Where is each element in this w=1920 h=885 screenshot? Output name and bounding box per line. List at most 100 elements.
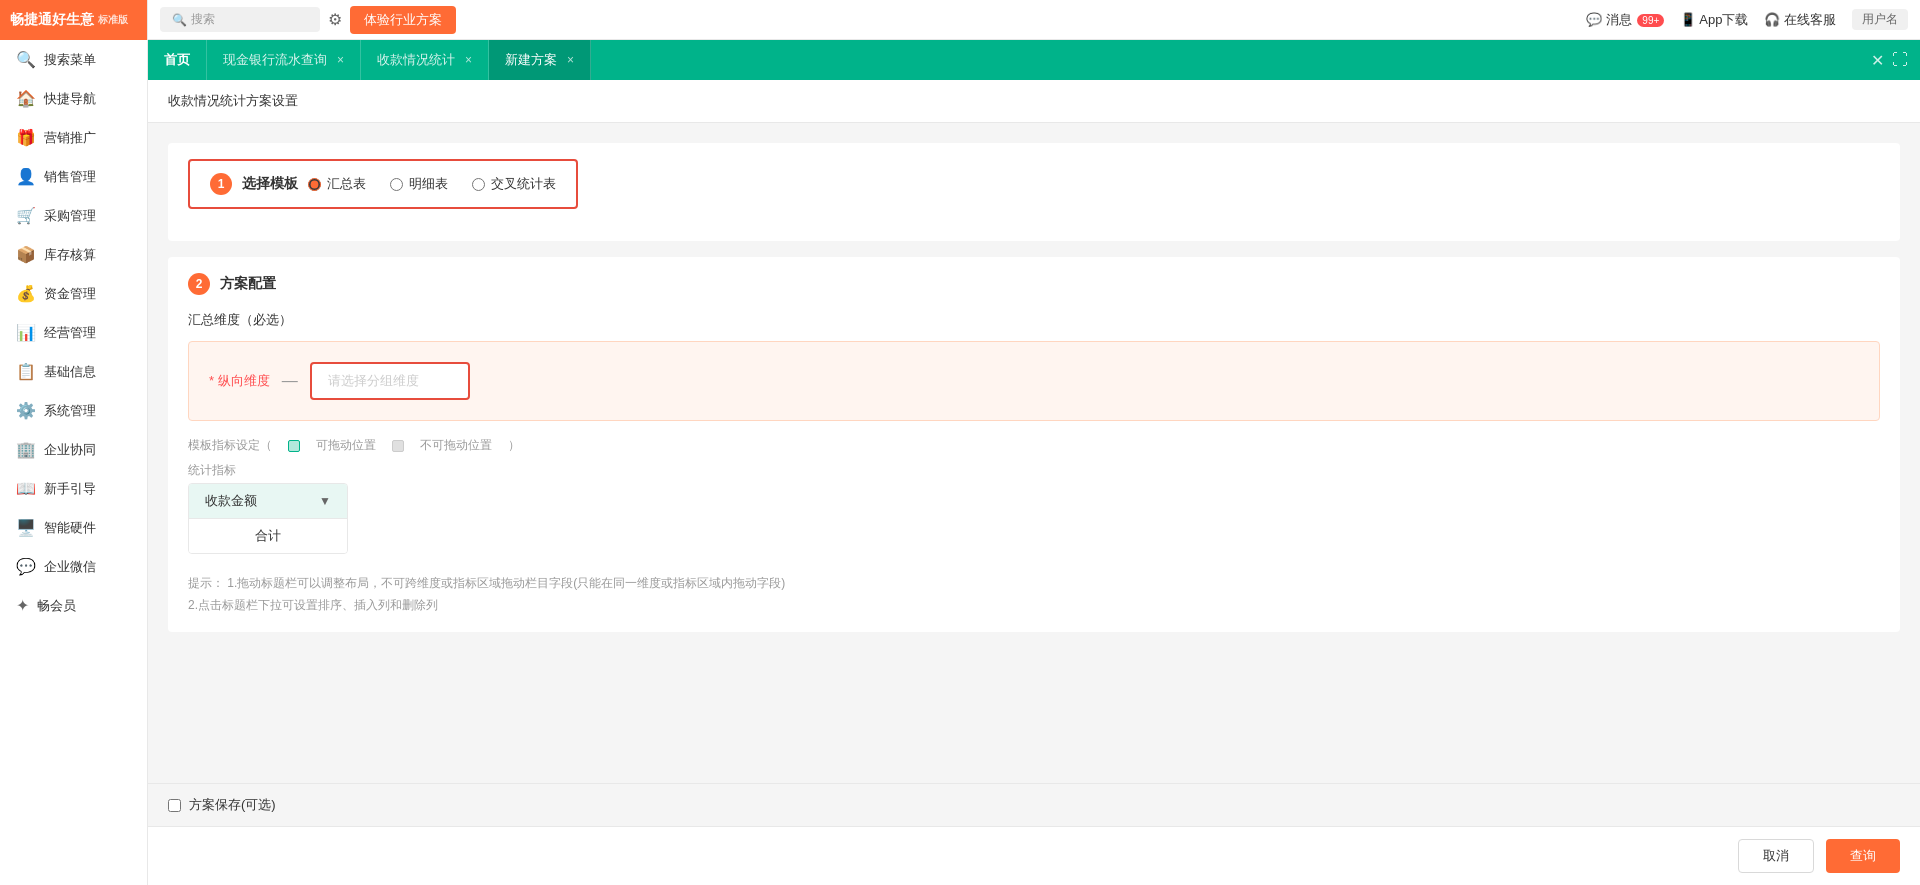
sidebar-label-finance: 资金管理: [44, 285, 96, 303]
sidebar-label-guide: 新手引导: [44, 480, 96, 498]
sidebar-item-hardware[interactable]: 🖥️ 智能硬件: [0, 508, 147, 547]
logo-text: 畅捷通好生意: [10, 11, 94, 29]
tabs-right-controls: ✕ ⛶: [1871, 51, 1920, 70]
sidebar-item-management[interactable]: 📊 经营管理: [0, 313, 147, 352]
tip-2: 2.点击标题栏下拉可设置排序、插入列和删除列: [188, 595, 1880, 617]
sidebar-item-base-info[interactable]: 📋 基础信息: [0, 352, 147, 391]
tab-bar: 首页 现金银行流水查询 × 收款情况统计 × 新建方案 × ✕ ⛶: [148, 40, 1920, 80]
sidebar-item-finance[interactable]: 💰 资金管理: [0, 274, 147, 313]
radio-detail-label: 明细表: [409, 175, 448, 193]
tab-expand-icon[interactable]: ⛶: [1892, 51, 1908, 69]
header-search-box[interactable]: 🔍 搜索: [160, 7, 320, 32]
sidebar-item-enterprise[interactable]: 🏢 企业协同: [0, 430, 147, 469]
sidebar-item-member[interactable]: ✦ 畅会员: [0, 586, 147, 625]
undraggable-label: 不可拖动位置: [420, 437, 492, 454]
radio-summary[interactable]: 汇总表: [308, 175, 366, 193]
wechat-icon: 💬: [16, 557, 36, 576]
sidebar-label-management: 经营管理: [44, 324, 96, 342]
tab-new-plan-close[interactable]: ×: [567, 53, 574, 67]
tab-home[interactable]: 首页: [148, 40, 207, 80]
query-button[interactable]: 查询: [1826, 839, 1900, 873]
template-radio-group: 汇总表 明细表 交叉统计表: [308, 175, 556, 193]
radio-detail-input[interactable]: [390, 178, 403, 191]
sidebar-label-purchase: 采购管理: [44, 207, 96, 225]
sidebar: 畅捷通好生意 标准版 🔍 搜索菜单 🏠 快捷导航 🎁 营销推广 👤 销售管理 🛒…: [0, 0, 148, 885]
tab-collection-stats-label: 收款情况统计: [377, 51, 455, 69]
dimension-area: * 纵向维度 — 请选择分组维度: [188, 341, 1880, 421]
tab-collection-stats-close[interactable]: ×: [465, 53, 472, 67]
sidebar-item-purchase[interactable]: 🛒 采购管理: [0, 196, 147, 235]
bottom-bar: 取消 查询: [148, 826, 1920, 885]
sales-icon: 👤: [16, 167, 36, 186]
tab-close-all-icon[interactable]: ✕: [1871, 51, 1884, 70]
message-icon: 💬: [1586, 12, 1602, 27]
logo-sub: 标准版: [98, 13, 128, 27]
indicator-table: 收款金额 ▼ 合计: [188, 483, 348, 554]
step2-title: 方案配置: [220, 275, 276, 293]
step1-title: 选择模板: [242, 175, 298, 193]
tab-bank-flow[interactable]: 现金银行流水查询 ×: [207, 40, 361, 80]
indicator-header-row[interactable]: 收款金额 ▼: [189, 484, 347, 519]
user-text: 用户名: [1862, 12, 1898, 26]
finance-icon: 💰: [16, 284, 36, 303]
radio-cross-input[interactable]: [472, 178, 485, 191]
base-info-icon: 📋: [16, 362, 36, 381]
dimension-title: 汇总维度（必选）: [188, 311, 1880, 329]
message-item[interactable]: 💬 消息 99+: [1586, 11, 1664, 29]
sidebar-logo: 畅捷通好生意 标准版: [0, 0, 147, 40]
settings-icon[interactable]: ⚙: [328, 10, 342, 29]
indicator-section: 模板指标设定（ 可拖动位置 不可拖动位置 ） 统计指标 收款金额: [188, 437, 1880, 557]
tab-collection-stats[interactable]: 收款情况统计 ×: [361, 40, 489, 80]
sidebar-item-system[interactable]: ⚙️ 系统管理: [0, 391, 147, 430]
dimension-selector[interactable]: 请选择分组维度: [310, 362, 470, 400]
service-icon: 🎧: [1764, 12, 1780, 27]
search-menu-icon: 🔍: [16, 50, 36, 69]
sidebar-label-search-menu: 搜索菜单: [44, 51, 96, 69]
content-area: 收款情况统计方案设置 1 选择模板 汇总表: [148, 80, 1920, 826]
download-item[interactable]: 📱 App下载: [1680, 11, 1748, 29]
sidebar-item-guide[interactable]: 📖 新手引导: [0, 469, 147, 508]
cancel-button[interactable]: 取消: [1738, 839, 1814, 873]
sidebar-item-marketing[interactable]: 🎁 营销推广: [0, 118, 147, 157]
guide-icon: 📖: [16, 479, 36, 498]
radio-cross-label: 交叉统计表: [491, 175, 556, 193]
sidebar-item-sales[interactable]: 👤 销售管理: [0, 157, 147, 196]
service-item[interactable]: 🎧 在线客服: [1764, 11, 1836, 29]
header-right: 💬 消息 99+ 📱 App下载 🎧 在线客服 用户名: [1586, 9, 1908, 30]
sidebar-item-inventory[interactable]: 📦 库存核算: [0, 235, 147, 274]
main-area: 🔍 搜索 ⚙ 体验行业方案 💬 消息 99+ 📱 App下载 🎧 在线客服 用户…: [148, 0, 1920, 885]
member-icon: ✦: [16, 596, 29, 615]
save-plan-label[interactable]: 方案保存(可选): [189, 796, 276, 814]
sidebar-item-wechat[interactable]: 💬 企业微信: [0, 547, 147, 586]
indicator-dropdown-icon[interactable]: ▼: [319, 494, 331, 508]
draggable-dot: [288, 440, 300, 452]
vertical-dimension-label: * 纵向维度: [209, 372, 270, 390]
radio-detail[interactable]: 明细表: [390, 175, 448, 193]
sidebar-item-search-menu[interactable]: 🔍 搜索菜单: [0, 40, 147, 79]
step2-number: 2: [188, 273, 210, 295]
inventory-icon: 📦: [16, 245, 36, 264]
sidebar-item-quick-nav[interactable]: 🏠 快捷导航: [0, 79, 147, 118]
search-text: 搜索: [191, 11, 215, 28]
tips-section: 提示： 1.拖动标题栏可以调整布局，不可跨维度或指标区域拖动栏目字段(只能在同一…: [188, 573, 1880, 616]
trial-button[interactable]: 体验行业方案: [350, 6, 456, 34]
radio-cross[interactable]: 交叉统计表: [472, 175, 556, 193]
tip-1: 提示： 1.拖动标题栏可以调整布局，不可跨维度或指标区域拖动栏目字段(只能在同一…: [188, 573, 1880, 595]
radio-summary-input[interactable]: [308, 178, 321, 191]
tab-home-label: 首页: [164, 51, 190, 69]
marketing-icon: 🎁: [16, 128, 36, 147]
tab-bank-flow-close[interactable]: ×: [337, 53, 344, 67]
sidebar-label-marketing: 营销推广: [44, 129, 96, 147]
indicator-col-label: 统计指标: [188, 462, 348, 479]
tab-new-plan[interactable]: 新建方案 ×: [489, 40, 591, 80]
radio-summary-label: 汇总表: [327, 175, 366, 193]
user-display[interactable]: 用户名: [1852, 9, 1908, 30]
sidebar-label-quick-nav: 快捷导航: [44, 90, 96, 108]
download-label: App下载: [1699, 12, 1748, 27]
step2-section: 2 方案配置 汇总维度（必选） * 纵向维度 — 请选择分组维度: [168, 257, 1900, 632]
indicator-legend: 模板指标设定（ 可拖动位置 不可拖动位置 ）: [188, 437, 1880, 454]
indicator-col1-label: 收款金额: [205, 492, 257, 510]
sidebar-label-member: 畅会员: [37, 597, 76, 615]
sidebar-label-enterprise: 企业协同: [44, 441, 96, 459]
save-plan-checkbox[interactable]: [168, 799, 181, 812]
